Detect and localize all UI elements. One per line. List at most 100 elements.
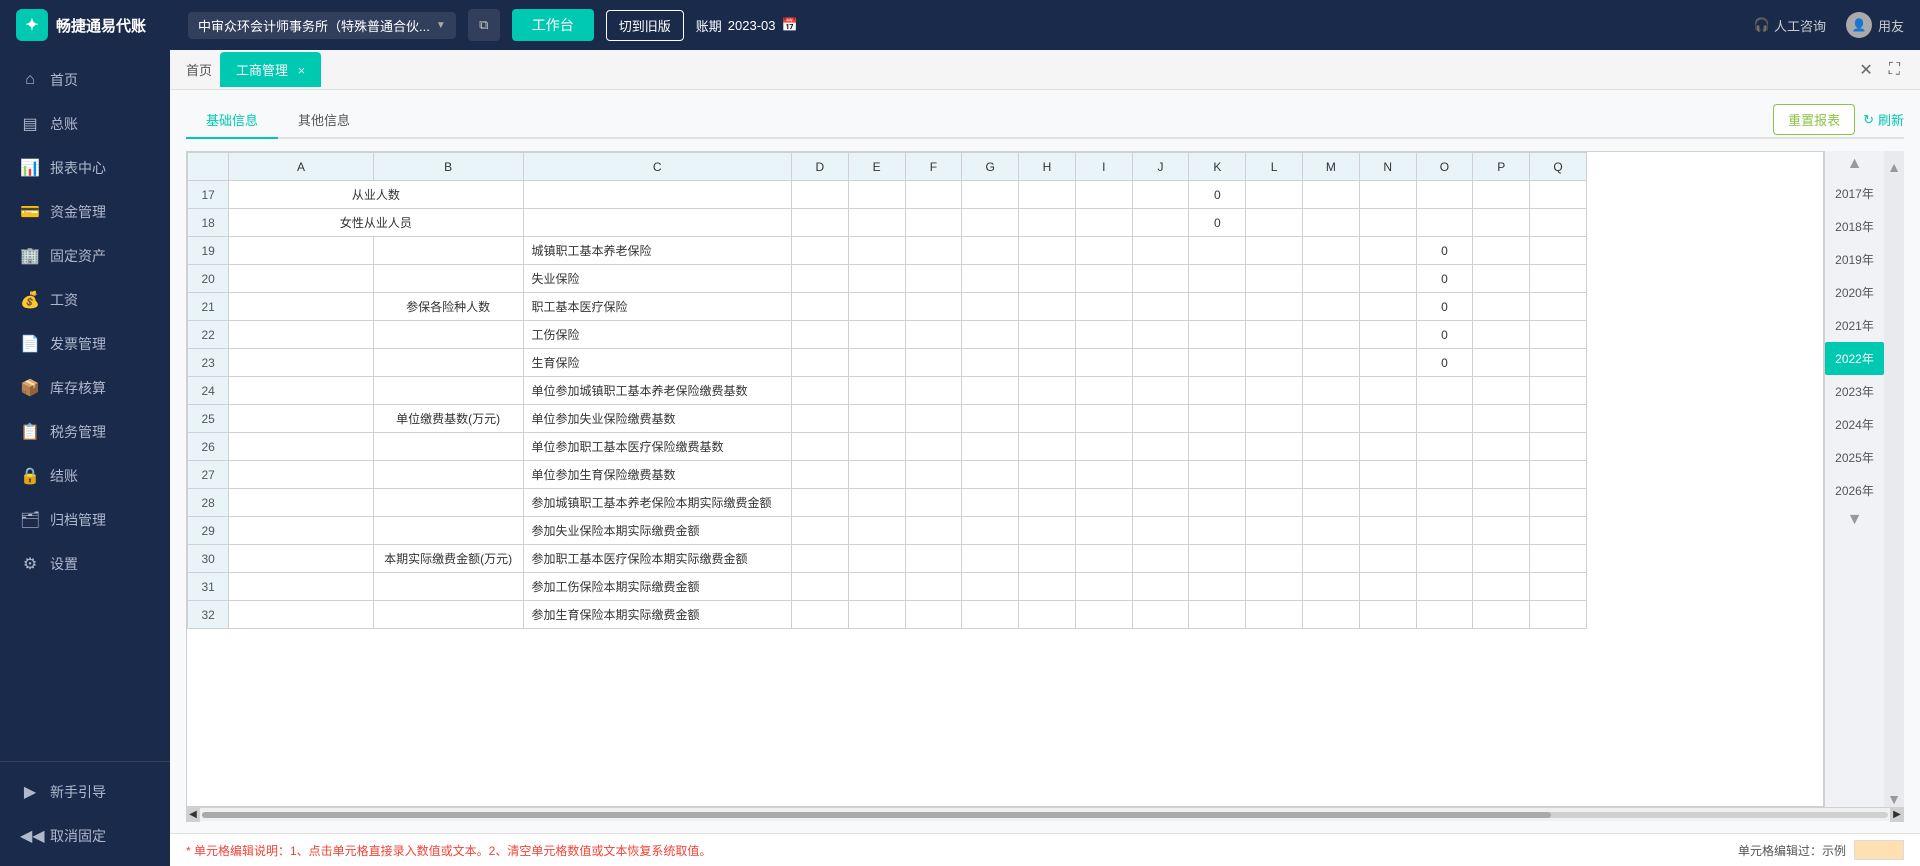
tab-close-button[interactable]: × — [298, 63, 306, 78]
col-header-b[interactable]: B — [373, 153, 523, 181]
cell-j18[interactable] — [1132, 209, 1189, 237]
sidebar-item-unpin[interactable]: ◀◀ 取消固定 — [0, 814, 170, 858]
cell-p18[interactable] — [1473, 209, 1530, 237]
cell-d17[interactable] — [791, 181, 848, 209]
company-selector[interactable]: 中审众环会计师事务所（特殊普通合伙... ▼ — [188, 12, 456, 39]
cell-i18[interactable] — [1075, 209, 1132, 237]
support-button[interactable]: 🎧 人工咨询 — [1754, 16, 1826, 35]
col-header-d[interactable]: D — [791, 153, 848, 181]
year-item-2020[interactable]: 2020年 — [1825, 276, 1884, 309]
cell-m18[interactable] — [1303, 209, 1360, 237]
cell-a18[interactable]: 女性从业人员 — [229, 209, 523, 237]
hscroll-thumb[interactable] — [202, 812, 1551, 818]
cell-b19[interactable] — [373, 237, 523, 265]
cell-f17[interactable] — [905, 181, 962, 209]
cell-o22[interactable]: 0 — [1416, 321, 1473, 349]
col-header-n[interactable]: N — [1359, 153, 1416, 181]
cell-c22[interactable]: 工伤保险 — [523, 321, 791, 349]
cell-c24[interactable]: 单位参加城镇职工基本养老保险缴费基数 — [523, 377, 791, 405]
cell-a17[interactable]: 从业人数 — [229, 181, 523, 209]
cell-c21[interactable]: 职工基本医疗保险 — [523, 293, 791, 321]
cell-l17[interactable] — [1246, 181, 1303, 209]
cell-b30[interactable]: 本期实际缴费金额(万元) — [373, 545, 523, 573]
col-header-p[interactable]: P — [1473, 153, 1530, 181]
cell-q19[interactable] — [1530, 237, 1587, 265]
cell-e18[interactable] — [848, 209, 905, 237]
cell-g18[interactable] — [962, 209, 1019, 237]
sidebar-item-guide[interactable]: ▶ 新手引导 — [0, 770, 170, 814]
year-item-2025[interactable]: 2025年 — [1825, 441, 1884, 474]
cell-i17[interactable] — [1075, 181, 1132, 209]
sidebar-item-settings[interactable]: ⚙ 设置 — [0, 542, 170, 586]
cell-o21[interactable]: 0 — [1416, 293, 1473, 321]
col-header-m[interactable]: M — [1303, 153, 1360, 181]
year-item-2022[interactable]: 2022年 — [1825, 342, 1884, 375]
cell-c23[interactable]: 生育保险 — [523, 349, 791, 377]
tab-business[interactable]: 工商管理 × — [220, 52, 321, 87]
year-item-2021[interactable]: 2021年 — [1825, 309, 1884, 342]
cell-f18[interactable] — [905, 209, 962, 237]
collapse-arrow-down[interactable]: ▼ — [1887, 791, 1901, 807]
cell-o20[interactable]: 0 — [1416, 265, 1473, 293]
cell-c18[interactable] — [523, 209, 791, 237]
cell-h17[interactable] — [1019, 181, 1076, 209]
cell-g19[interactable] — [962, 237, 1019, 265]
col-header-h[interactable]: H — [1019, 153, 1076, 181]
hscroll-left-btn[interactable]: ◀ — [186, 808, 200, 822]
col-header-o[interactable]: O — [1416, 153, 1473, 181]
hscroll-track[interactable] — [202, 812, 1888, 818]
user-area[interactable]: 👤 用友 — [1846, 12, 1904, 38]
cell-b20[interactable] — [373, 265, 523, 293]
sidebar-item-asset[interactable]: 🏢 固定资产 — [0, 234, 170, 278]
horizontal-scrollbar[interactable]: ◀ ▶ — [186, 807, 1904, 821]
col-header-e[interactable]: E — [848, 153, 905, 181]
col-header-q[interactable]: Q — [1530, 153, 1587, 181]
cell-f19[interactable] — [905, 237, 962, 265]
workbench-button[interactable]: 工作台 — [512, 9, 594, 41]
col-header-k[interactable]: K — [1189, 153, 1246, 181]
cell-o18[interactable] — [1416, 209, 1473, 237]
cell-l18[interactable] — [1246, 209, 1303, 237]
cell-m19[interactable] — [1303, 237, 1360, 265]
collapse-arrow-up[interactable]: ▲ — [1887, 159, 1901, 175]
calendar-icon[interactable]: 📅 — [782, 17, 798, 33]
tab-home[interactable]: 首页 — [186, 60, 212, 79]
col-header-g[interactable]: G — [962, 153, 1019, 181]
cell-c32[interactable]: 参加生育保险本期实际缴费金额 — [523, 601, 791, 629]
cell-o17[interactable] — [1416, 181, 1473, 209]
col-header-l[interactable]: L — [1246, 153, 1303, 181]
cell-g17[interactable] — [962, 181, 1019, 209]
cell-n17[interactable] — [1359, 181, 1416, 209]
sidebar-item-fund[interactable]: 💳 资金管理 — [0, 190, 170, 234]
sidebar-item-home[interactable]: ⌂ 首页 — [0, 58, 170, 102]
cell-e19[interactable] — [848, 237, 905, 265]
year-item-2023[interactable]: 2023年 — [1825, 375, 1884, 408]
cell-c25[interactable]: 单位参加失业保险缴费基数 — [523, 405, 791, 433]
cell-c20[interactable]: 失业保险 — [523, 265, 791, 293]
cell-c19[interactable]: 城镇职工基本养老保险 — [523, 237, 791, 265]
year-item-2019[interactable]: 2019年 — [1825, 243, 1884, 276]
year-item-2026[interactable]: 2026年 — [1825, 474, 1884, 507]
spreadsheet-table-wrapper[interactable]: A B C D E F G H I J K L — [186, 151, 1824, 807]
cell-j19[interactable] — [1132, 237, 1189, 265]
cell-j17[interactable] — [1132, 181, 1189, 209]
cell-c17[interactable] — [523, 181, 791, 209]
cell-h19[interactable] — [1019, 237, 1076, 265]
col-header-c[interactable]: C — [523, 153, 791, 181]
cell-k17[interactable]: 0 — [1189, 181, 1246, 209]
cell-h18[interactable] — [1019, 209, 1076, 237]
sub-tab-basic[interactable]: 基础信息 — [186, 102, 278, 139]
year-panel-up[interactable]: ▲ — [1825, 151, 1884, 177]
cell-c30[interactable]: 参加职工基本医疗保险本期实际缴费金额 — [523, 545, 791, 573]
cell-c27[interactable]: 单位参加生育保险缴费基数 — [523, 461, 791, 489]
cell-o19[interactable]: 0 — [1416, 237, 1473, 265]
cell-b25[interactable]: 单位缴费基数(万元) — [373, 405, 523, 433]
col-header-i[interactable]: I — [1075, 153, 1132, 181]
cell-d19[interactable] — [791, 237, 848, 265]
hscroll-right-btn[interactable]: ▶ — [1890, 808, 1904, 822]
cell-a20[interactable] — [229, 265, 374, 293]
copy-company-button[interactable]: ⧉ — [468, 9, 500, 41]
cell-l19[interactable] — [1246, 237, 1303, 265]
cell-p19[interactable] — [1473, 237, 1530, 265]
sidebar-item-tax[interactable]: 📋 税务管理 — [0, 410, 170, 454]
